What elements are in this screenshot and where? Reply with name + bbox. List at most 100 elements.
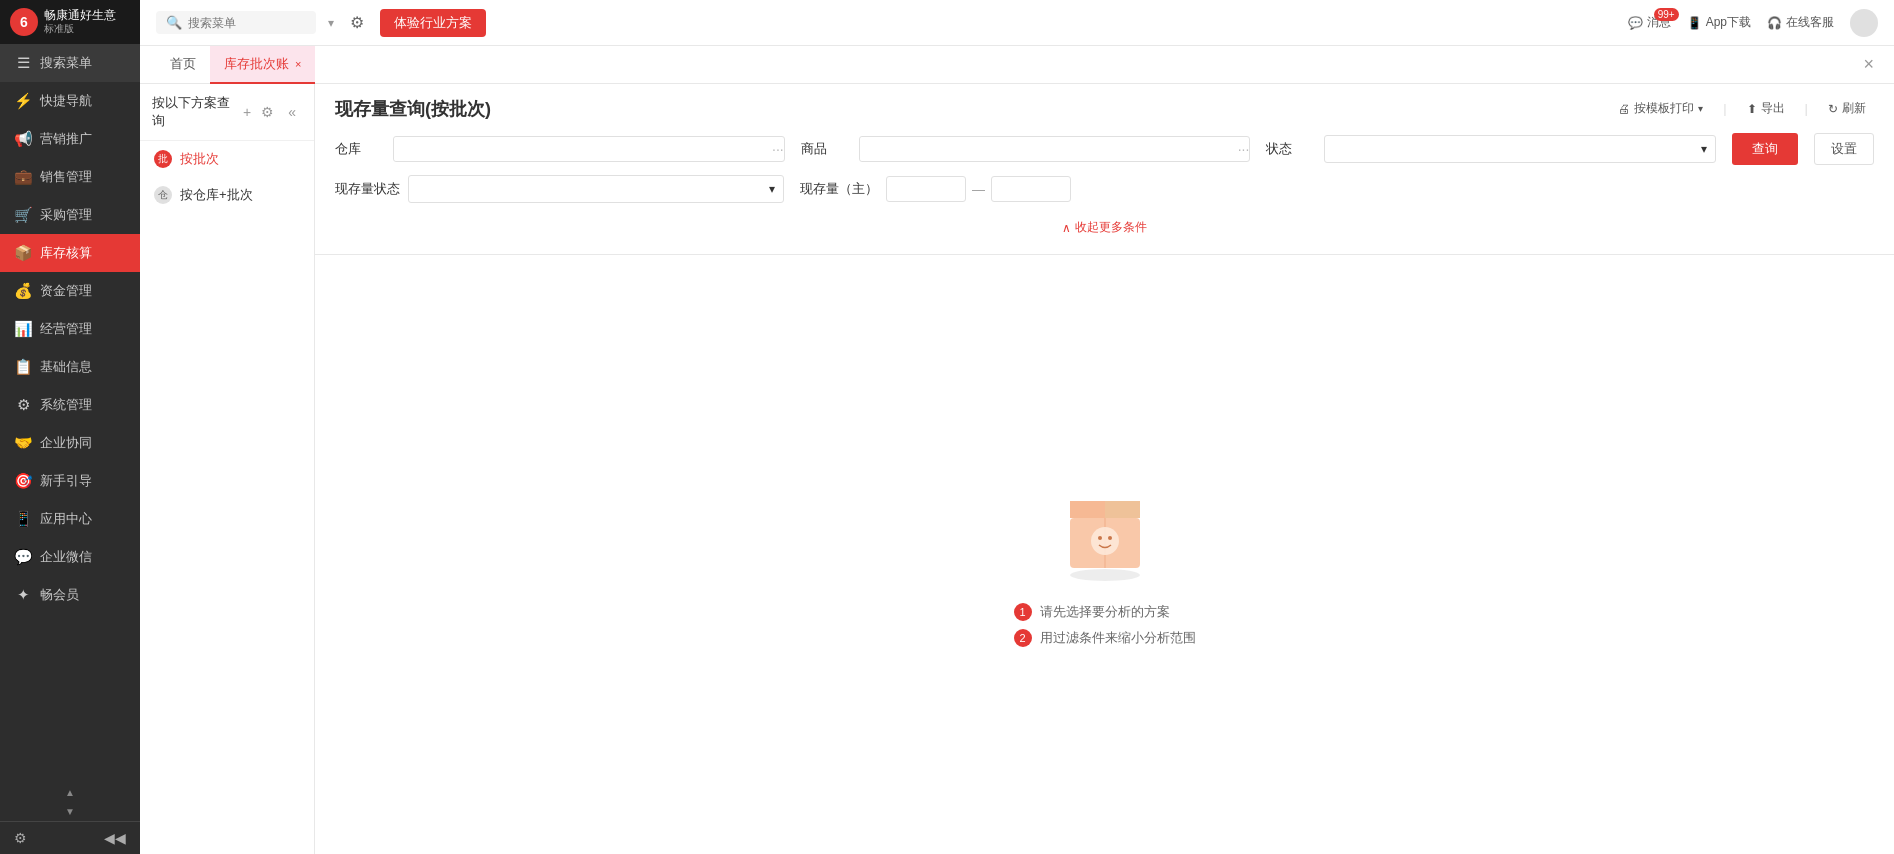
sidebar-scroll-down[interactable]: ▼ — [0, 802, 140, 821]
divider1: | — [1723, 101, 1726, 116]
sidebar-item-finance[interactable]: 💰 资金管理 — [0, 272, 140, 310]
stock-qty-from[interactable] — [886, 176, 966, 202]
topbar: 🔍 ▾ ⚙ 体验行业方案 💬 消息 99+ 📱 App下载 🎧 在线客服 — [140, 0, 1894, 46]
hint-1-num: 1 — [1014, 603, 1032, 621]
scheme-by-batch[interactable]: 批 按批次 — [140, 141, 314, 177]
left-panel: 按以下方案查询 + ⚙ « 批 按批次 仓 按仓库+批次 — [140, 84, 315, 854]
topbar-gear-icon[interactable]: ⚙ — [346, 9, 368, 36]
sidebar-item-basic[interactable]: 📋 基础信息 — [0, 348, 140, 386]
export-button[interactable]: ⬆ 导出 — [1739, 96, 1793, 121]
sidebar-item-label: 资金管理 — [40, 282, 92, 300]
sidebar-item-label: 企业微信 — [40, 548, 92, 566]
phone-icon: 📱 — [1687, 16, 1702, 30]
sidebar-item-label: 营销推广 — [40, 130, 92, 148]
sidebar-item-enterprise[interactable]: 🤝 企业协同 — [0, 424, 140, 462]
query-button[interactable]: 查询 — [1732, 133, 1798, 165]
scheme-query-label: 按以下方案查询 — [152, 94, 241, 130]
scheme-by-warehouse-batch[interactable]: 仓 按仓库+批次 — [140, 177, 314, 213]
topbar-search-input[interactable] — [188, 16, 288, 30]
divider2: | — [1805, 101, 1808, 116]
warehouse-input-wrap: ··· — [393, 136, 785, 162]
sidebar-item-shortcut[interactable]: ⚡ 快捷导航 — [0, 82, 140, 120]
product-field: 商品 ··· — [801, 136, 1251, 162]
sidebar-search[interactable]: ☰ 搜索菜单 — [0, 44, 140, 82]
right-panel: 现存量查询(按批次) 🖨 按模板打印 ▾ | ⬆ 导出 | ↻ — [315, 84, 1894, 854]
topbar-search-box[interactable]: 🔍 — [156, 11, 316, 34]
stock-status-field: 现存量状态 ▾ — [335, 175, 784, 203]
page-title: 现存量查询(按批次) — [335, 97, 491, 121]
collapse-more-button[interactable]: ∧ 收起更多条件 — [335, 213, 1874, 242]
app-download-label: App下载 — [1706, 14, 1751, 31]
stock-qty-field: 现存量（主） — — [800, 176, 1249, 202]
wechat-icon: 💬 — [14, 548, 32, 566]
svg-point-4 — [1070, 569, 1140, 581]
svg-point-5 — [1091, 527, 1119, 555]
sidebar-collapse-icon[interactable]: ◀◀ — [104, 830, 126, 846]
message-item[interactable]: 💬 消息 99+ — [1628, 14, 1671, 31]
print-label: 按模板打印 — [1634, 100, 1694, 117]
vip-icon: ✦ — [14, 586, 32, 604]
experience-button[interactable]: 体验行业方案 — [380, 9, 486, 37]
sidebar-item-label: 应用中心 — [40, 510, 92, 528]
empty-illustration — [1045, 463, 1165, 583]
sidebar-item-label: 企业协同 — [40, 434, 92, 452]
tab-inventory-batch[interactable]: 库存批次账 × — [210, 46, 315, 84]
sidebar-settings-icon[interactable]: ⚙ — [14, 830, 27, 846]
shortcut-icon: ⚡ — [14, 92, 32, 110]
sales-icon: 💼 — [14, 168, 32, 186]
company-name: 畅康通好生意 — [44, 8, 116, 22]
sidebar-item-operations[interactable]: 📊 经营管理 — [0, 310, 140, 348]
sidebar-item-sales[interactable]: 💼 销售管理 — [0, 158, 140, 196]
tab-close-icon[interactable]: × — [295, 58, 301, 70]
sidebar-item-label: 销售管理 — [40, 168, 92, 186]
marketing-icon: 📢 — [14, 130, 32, 148]
app-logo: 6 — [10, 8, 38, 36]
product-input-wrap: ··· — [859, 136, 1251, 162]
sidebar-item-inventory[interactable]: 📦 库存核算 — [0, 234, 140, 272]
page-header: 现存量查询(按批次) 🖨 按模板打印 ▾ | ⬆ 导出 | ↻ — [315, 84, 1894, 121]
left-panel-header: 按以下方案查询 + ⚙ « — [140, 84, 314, 141]
sidebar-item-purchase[interactable]: 🛒 采购管理 — [0, 196, 140, 234]
user-avatar[interactable] — [1850, 9, 1878, 37]
scheme-inactive-icon: 仓 — [154, 186, 172, 204]
product-input[interactable] — [860, 137, 1238, 161]
filter-settings-button[interactable]: 设置 — [1814, 133, 1874, 165]
sidebar-item-label: 库存核算 — [40, 244, 92, 262]
page-header-actions: 🖨 按模板打印 ▾ | ⬆ 导出 | ↻ 刷新 — [1610, 96, 1874, 121]
refresh-button[interactable]: ↻ 刷新 — [1820, 96, 1874, 121]
scheme-settings-icon[interactable]: ⚙ — [259, 102, 276, 122]
stock-status-chevron-icon: ▾ — [769, 182, 775, 196]
topbar-chevron-icon[interactable]: ▾ — [328, 16, 334, 30]
hint-item-2: 2 用过滤条件来缩小分析范围 — [1014, 629, 1196, 647]
stock-qty-to[interactable] — [991, 176, 1071, 202]
appstore-icon: 📱 — [14, 510, 32, 528]
sidebar-item-marketing[interactable]: 📢 营销推广 — [0, 120, 140, 158]
hint-2-num: 2 — [1014, 629, 1032, 647]
status-select[interactable]: ▾ — [1324, 135, 1716, 163]
sidebar-item-vip[interactable]: ✦ 畅会员 — [0, 576, 140, 614]
product-dots[interactable]: ··· — [1238, 141, 1250, 157]
sidebar-scroll-up[interactable]: ▲ — [0, 783, 140, 802]
tab-home[interactable]: 首页 — [156, 46, 210, 84]
topbar-search-icon: 🔍 — [166, 15, 182, 30]
purchase-icon: 🛒 — [14, 206, 32, 224]
sidebar-item-appstore[interactable]: 📱 应用中心 — [0, 500, 140, 538]
close-all-tabs-icon[interactable]: × — [1859, 50, 1878, 79]
sidebar-item-system[interactable]: ⚙ 系统管理 — [0, 386, 140, 424]
status-chevron-icon: ▾ — [1701, 142, 1707, 156]
product-label: 商品 — [801, 140, 851, 158]
app-download-item[interactable]: 📱 App下载 — [1687, 14, 1751, 31]
stock-qty-label: 现存量（主） — [800, 180, 878, 198]
online-service-item[interactable]: 🎧 在线客服 — [1767, 14, 1834, 31]
sidebar-item-newbie[interactable]: 🎯 新手引导 — [0, 462, 140, 500]
warehouse-input[interactable] — [394, 137, 772, 161]
content-area: 按以下方案查询 + ⚙ « 批 按批次 仓 按仓库+批次 现存量查询(按批次) — [140, 84, 1894, 854]
collapse-panel-icon[interactable]: « — [282, 102, 302, 122]
enterprise-icon: 🤝 — [14, 434, 32, 452]
sidebar-item-wechat[interactable]: 💬 企业微信 — [0, 538, 140, 576]
add-scheme-button[interactable]: + — [241, 102, 253, 122]
print-button[interactable]: 🖨 按模板打印 ▾ — [1610, 96, 1711, 121]
stock-status-select[interactable]: ▾ — [408, 175, 784, 203]
warehouse-dots[interactable]: ··· — [772, 141, 784, 157]
filter-row-1: 仓库 ··· 商品 ··· 状态 — [335, 133, 1874, 165]
